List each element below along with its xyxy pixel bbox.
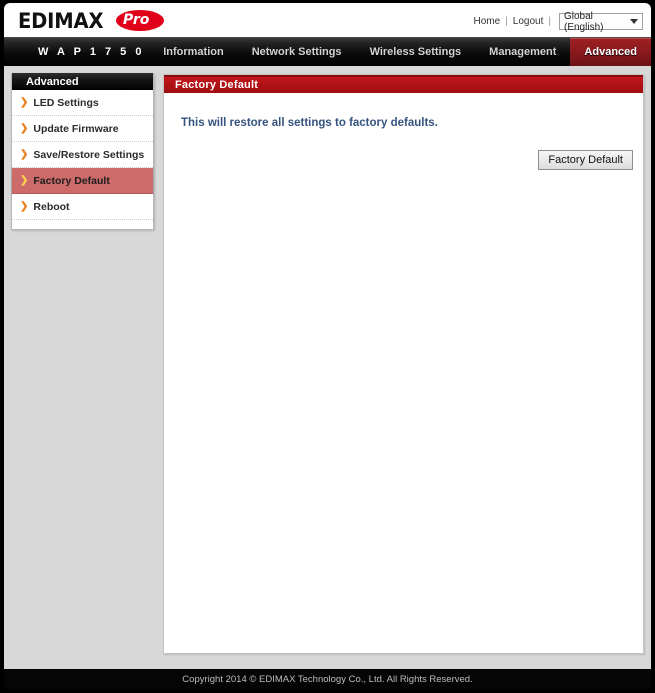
tab-wireless-settings[interactable]: Wireless Settings <box>356 38 476 66</box>
copyright-text: Copyright 2014 © EDIMAX Technology Co., … <box>182 674 473 685</box>
chevron-right-icon: ❯ <box>20 96 29 108</box>
site-footer: Copyright 2014 © EDIMAX Technology Co., … <box>4 669 651 690</box>
chevron-right-icon: ❯ <box>20 148 29 160</box>
top-links: Home | Logout | Global (English) <box>474 10 643 33</box>
sidebar-footer-spacer <box>12 220 153 229</box>
tab-advanced[interactable]: Advanced <box>570 38 651 66</box>
sidebar-item-label: Factory Default <box>33 174 110 187</box>
logo-wordmark: EDIMAX <box>18 9 104 33</box>
sidebar: Advanced ❯ LED Settings ❯ Update Firmwar… <box>11 73 154 230</box>
nav-item-list: Information Network Settings Wireless Se… <box>149 38 651 66</box>
browser-page: EDIMAX Pro Home | Logout | Global (Engli… <box>0 0 655 693</box>
edimax-logo: EDIMAX Pro <box>18 8 178 33</box>
page-title: Factory Default <box>164 75 643 93</box>
chevron-right-icon: ❯ <box>20 200 29 212</box>
content-body: This will restore all settings to factor… <box>164 93 643 653</box>
link-separator-2: | <box>548 16 551 27</box>
logout-link[interactable]: Logout <box>513 16 544 27</box>
home-link[interactable]: Home <box>474 16 501 27</box>
tab-information[interactable]: Information <box>149 38 238 66</box>
page-body: Advanced ❯ LED Settings ❯ Update Firmwar… <box>4 66 651 669</box>
link-separator-1: | <box>505 16 508 27</box>
factory-default-notice: This will restore all settings to factor… <box>181 117 438 129</box>
content-panel: Factory Default This will restore all se… <box>163 74 644 654</box>
language-select-value: Global (English) <box>564 10 604 33</box>
sidebar-title: Advanced <box>12 73 153 90</box>
product-model-label: W A P 1 7 5 0 <box>38 46 145 58</box>
factory-default-button[interactable]: Factory Default <box>538 150 633 170</box>
language-select[interactable]: Global (English) <box>559 10 643 33</box>
sidebar-item-save-restore-settings[interactable]: ❯ Save/Restore Settings <box>12 142 153 168</box>
logo-pro-badge: Pro <box>116 10 164 31</box>
logo-pro-label: Pro <box>123 12 150 28</box>
sidebar-item-factory-default[interactable]: ❯ Factory Default <box>12 168 153 194</box>
sidebar-item-reboot[interactable]: ❯ Reboot <box>12 194 153 220</box>
sidebar-item-label: Reboot <box>33 200 70 213</box>
main-navigation: W A P 1 7 5 0 Information Network Settin… <box>4 37 651 66</box>
site-header: EDIMAX Pro Home | Logout | Global (Engli… <box>4 3 651 37</box>
sidebar-item-update-firmware[interactable]: ❯ Update Firmware <box>12 116 153 142</box>
tab-network-settings[interactable]: Network Settings <box>238 38 356 66</box>
sidebar-item-label: Save/Restore Settings <box>33 148 145 161</box>
action-row: Factory Default <box>538 150 633 170</box>
sidebar-item-led-settings[interactable]: ❯ LED Settings <box>12 90 153 116</box>
tab-management[interactable]: Management <box>475 38 570 66</box>
sidebar-item-label: LED Settings <box>33 96 99 109</box>
sidebar-item-label: Update Firmware <box>33 122 119 135</box>
chevron-right-icon: ❯ <box>20 174 29 186</box>
chevron-right-icon: ❯ <box>20 122 29 134</box>
chevron-down-icon <box>630 19 638 24</box>
